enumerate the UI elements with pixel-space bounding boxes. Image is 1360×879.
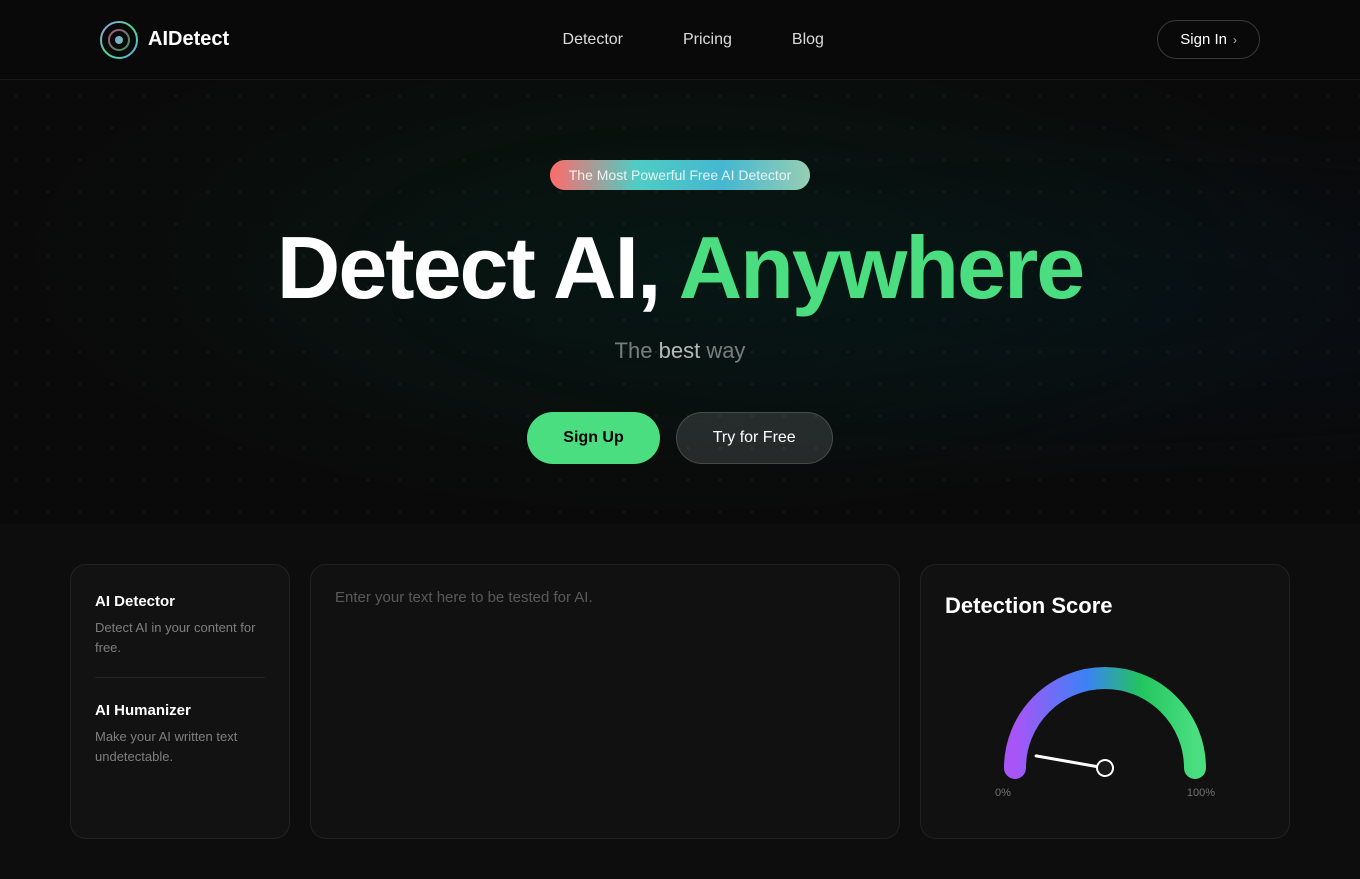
gauge-svg (995, 653, 1215, 783)
center-panel[interactable]: Enter your text here to be tested for AI… (310, 564, 900, 839)
logo-link[interactable]: AIDetect (100, 21, 229, 59)
nav-link-detector[interactable]: Detector (563, 31, 623, 49)
subtitle-rest: way (706, 338, 745, 363)
right-panel: Detection Score (920, 564, 1290, 839)
subtitle-the: The (615, 338, 653, 363)
hero-subtitle: The best way (615, 338, 746, 364)
ai-humanizer-item[interactable]: AI Humanizer Make your AI written text u… (95, 702, 265, 786)
textarea-placeholder: Enter your text here to be tested for AI… (331, 585, 879, 610)
navbar: AIDetect Detector Pricing Blog Sign In › (0, 0, 1360, 80)
hero-title-green: Anywhere (679, 218, 1084, 317)
chevron-right-icon: › (1233, 33, 1237, 47)
gauge-label-end: 100% (1187, 787, 1215, 799)
gauge-labels: 0% 100% (995, 787, 1215, 799)
ai-detector-item[interactable]: AI Detector Detect AI in your content fo… (95, 593, 265, 678)
subtitle-best: best (659, 338, 701, 363)
nav-link-pricing[interactable]: Pricing (683, 31, 732, 49)
hero-buttons: Sign Up Try for Free (527, 412, 832, 464)
hero-section: The Most Powerful Free AI Detector Detec… (0, 80, 1360, 524)
badge-text: The Most Powerful Free AI Detector (569, 167, 792, 183)
ai-humanizer-title: AI Humanizer (95, 702, 265, 719)
ai-detector-desc: Detect AI in your content for free. (95, 618, 265, 657)
logo-icon (100, 21, 138, 59)
hero-badge: The Most Powerful Free AI Detector (550, 160, 811, 190)
nav-links: Detector Pricing Blog (563, 31, 824, 49)
gauge-needle (1035, 748, 1115, 777)
gauge-label-start: 0% (995, 787, 1011, 799)
hero-title: Detect AI, Anywhere (277, 222, 1083, 314)
hero-title-white: Detect AI, (277, 218, 660, 317)
sign-in-button[interactable]: Sign In › (1157, 20, 1260, 59)
nav-link-blog[interactable]: Blog (792, 31, 824, 49)
logo-text: AIDetect (148, 28, 229, 51)
sign-in-label: Sign In (1180, 31, 1227, 48)
try-free-button[interactable]: Try for Free (676, 412, 833, 464)
signup-button[interactable]: Sign Up (527, 412, 659, 464)
bottom-section: AI Detector Detect AI in your content fo… (0, 524, 1360, 879)
ai-detector-title: AI Detector (95, 593, 265, 610)
left-panel: AI Detector Detect AI in your content fo… (70, 564, 290, 839)
detection-score-title: Detection Score (945, 593, 1113, 619)
gauge-wrapper (995, 653, 1215, 783)
ai-humanizer-desc: Make your AI written text undetectable. (95, 727, 265, 766)
